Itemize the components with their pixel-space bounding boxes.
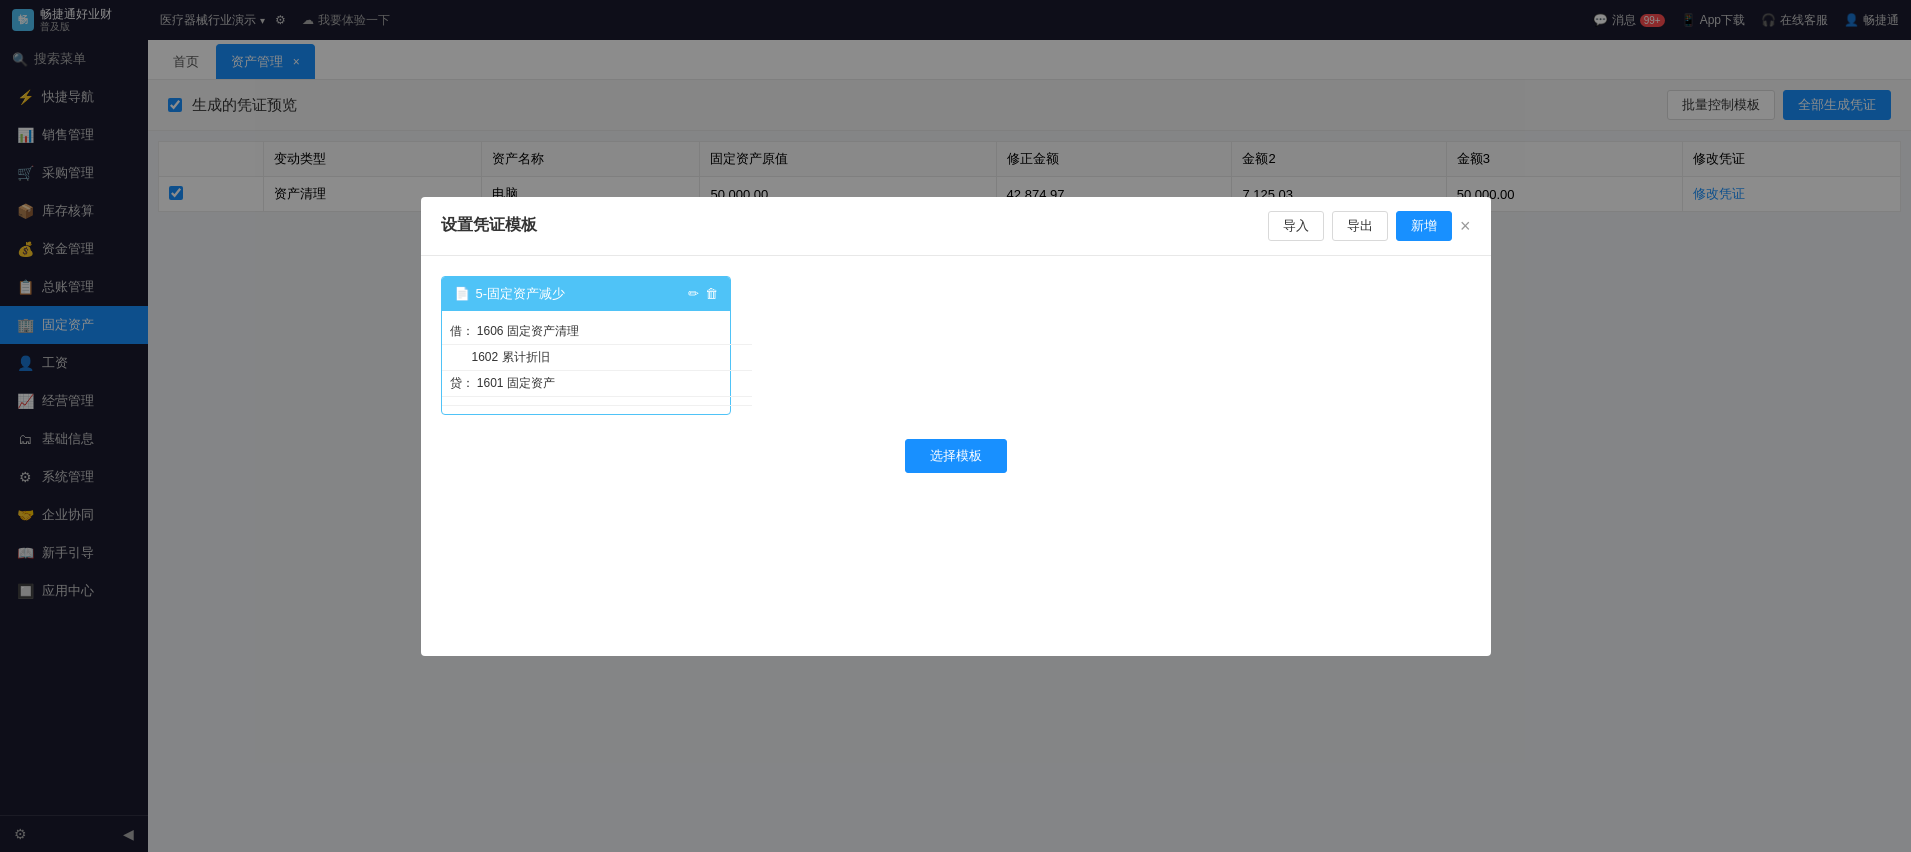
dialog-close-btn[interactable]: × — [1460, 217, 1471, 235]
dialog-header: 设置凭证模板 导入 导出 新增 × — [421, 197, 1491, 256]
template-card-body: 借： 1606 固定资产清理 1602 累计折旧 — [442, 311, 730, 414]
import-btn[interactable]: 导入 — [1268, 211, 1324, 241]
select-template-container: 选择模板 — [441, 431, 1471, 473]
template-name: 5-固定资产减少 — [476, 285, 566, 303]
template-card-icons: ✏ 🗑 — [688, 286, 718, 301]
entry-type-credit: 贷： 1601 固定资产 — [442, 371, 592, 397]
dialog-title: 设置凭证模板 — [441, 215, 537, 236]
dialog-overlay: 设置凭证模板 导入 导出 新增 × 📄 5-固定资产减少 ✏ 🗑 — [0, 0, 1911, 852]
select-template-btn[interactable]: 选择模板 — [905, 439, 1007, 473]
export-btn[interactable]: 导出 — [1332, 211, 1388, 241]
template-entry-row: 借： 1606 固定资产清理 — [442, 319, 730, 345]
entry-type-2: 1602 累计折旧 — [442, 345, 592, 371]
template-delete-icon[interactable]: 🗑 — [705, 286, 718, 301]
template-entry-row-3: 贷： 1601 固定资产 — [442, 371, 730, 397]
template-entry-row-2: 1602 累计折旧 — [442, 345, 730, 371]
template-card-header: 📄 5-固定资产减少 ✏ 🗑 — [442, 277, 730, 311]
template-entry-row-4 — [442, 397, 730, 406]
entry-type-debit: 借： 1606 固定资产清理 — [442, 319, 592, 345]
entry-debit-amount — [592, 319, 672, 345]
template-edit-icon[interactable]: ✏ — [688, 286, 699, 301]
template-card: 📄 5-固定资产减少 ✏ 🗑 借： 1606 固定资产清理 — [441, 276, 731, 415]
template-doc-icon: 📄 — [454, 286, 470, 301]
new-template-btn[interactable]: 新增 — [1396, 211, 1452, 241]
dialog-body: 📄 5-固定资产减少 ✏ 🗑 借： 1606 固定资产清理 — [421, 256, 1491, 656]
set-template-dialog: 设置凭证模板 导入 导出 新增 × 📄 5-固定资产减少 ✏ 🗑 — [421, 197, 1491, 656]
entry-credit-amount — [672, 319, 752, 345]
